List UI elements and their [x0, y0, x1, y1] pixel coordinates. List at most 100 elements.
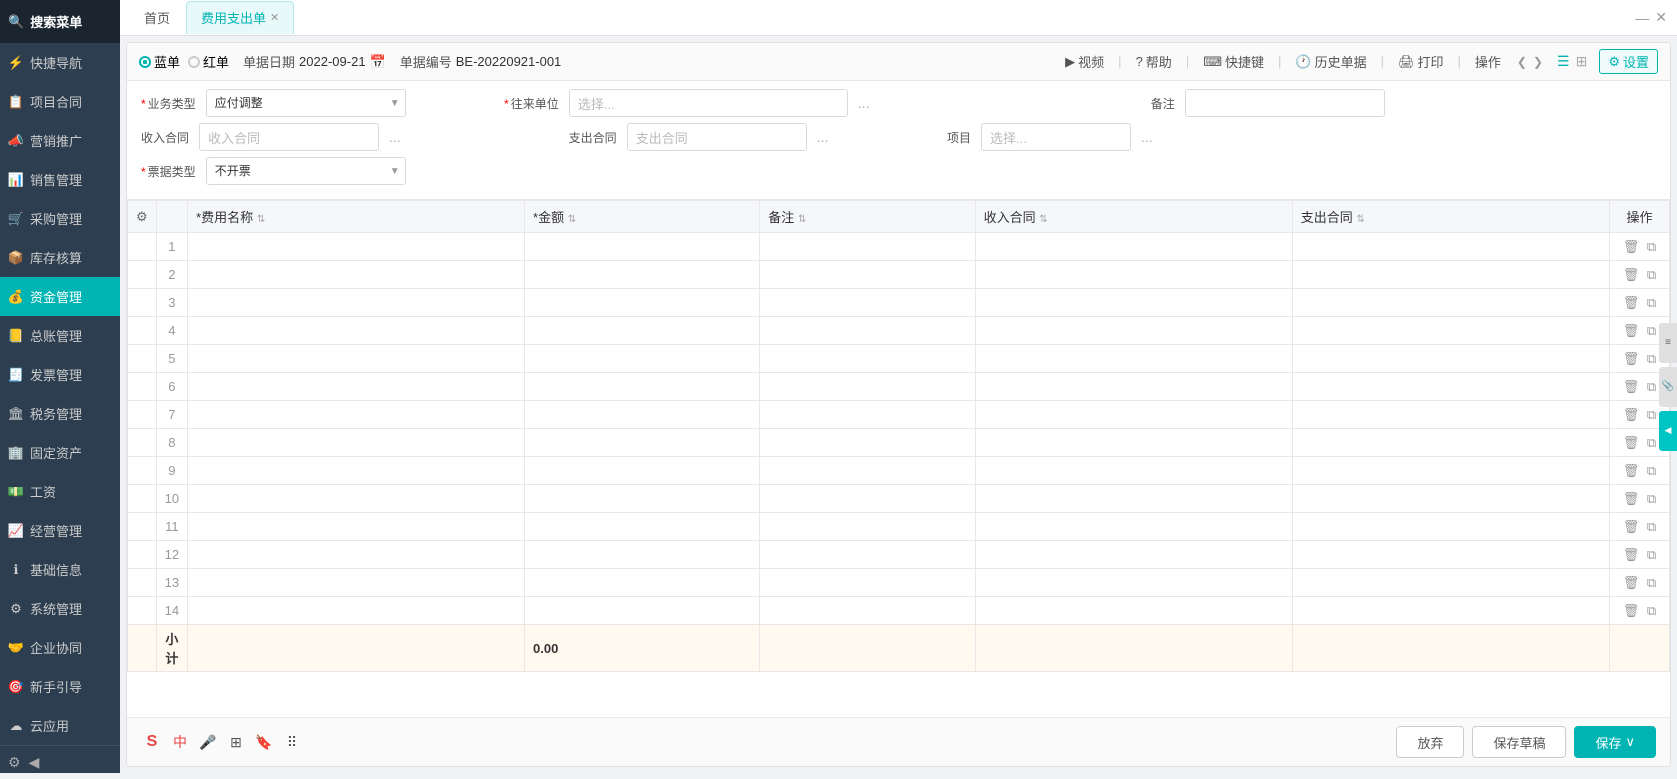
sort-expense-name-icon[interactable]: ⇅: [257, 214, 265, 225]
cell-income-contract-10[interactable]: [975, 485, 1292, 513]
window-close[interactable]: ✕: [1655, 9, 1667, 26]
cell-expense-name-14[interactable]: [188, 597, 525, 625]
cell-expense-contract-10[interactable]: [1292, 485, 1609, 513]
income-contract-input[interactable]: 收入合同: [199, 123, 379, 151]
cell-expense-name-8[interactable]: [188, 429, 525, 457]
cell-amount-10[interactable]: [525, 485, 760, 513]
cell-expense-name-5[interactable]: [188, 345, 525, 373]
delete-icon-8[interactable]: 🗑: [1623, 435, 1640, 450]
brand-s-icon[interactable]: S: [141, 731, 163, 753]
cell-income-contract-13[interactable]: [975, 569, 1292, 597]
cell-remark-12[interactable]: [760, 541, 975, 569]
delete-icon-11[interactable]: 🗑: [1623, 519, 1640, 534]
copy-icon-9[interactable]: ⧉: [1647, 463, 1656, 478]
window-minimize[interactable]: —: [1635, 10, 1649, 26]
radio-red[interactable]: 红单: [188, 52, 229, 71]
cell-remark-14[interactable]: [760, 597, 975, 625]
expense-contract-input[interactable]: 支出合同: [627, 123, 807, 151]
copy-icon-7[interactable]: ⧉: [1647, 407, 1656, 422]
sidebar-collapse-icon[interactable]: ◀: [29, 754, 40, 771]
cell-amount-7[interactable]: [525, 401, 760, 429]
cell-expense-name-12[interactable]: [188, 541, 525, 569]
copy-icon-13[interactable]: ⧉: [1647, 575, 1656, 590]
bookmark-icon[interactable]: 🔖: [253, 731, 275, 753]
cell-income-contract-3[interactable]: [975, 289, 1292, 317]
cell-expense-name-4[interactable]: [188, 317, 525, 345]
cell-amount-5[interactable]: [525, 345, 760, 373]
income-dots[interactable]: ...: [389, 129, 401, 145]
nav-prev-btn[interactable]: ❮: [1515, 55, 1529, 69]
project-dots[interactable]: ...: [1141, 129, 1153, 145]
calendar-icon[interactable]: 📅: [370, 54, 386, 70]
sidebar-item-cloud-apps[interactable]: ☁云应用: [0, 706, 120, 745]
cell-expense-name-7[interactable]: [188, 401, 525, 429]
delete-icon-10[interactable]: 🗑: [1623, 491, 1640, 506]
business-type-select[interactable]: 应付调整: [206, 89, 406, 117]
counterparty-input[interactable]: 选择...: [569, 89, 848, 117]
cell-income-contract-14[interactable]: [975, 597, 1292, 625]
cell-remark-11[interactable]: [760, 513, 975, 541]
cell-amount-14[interactable]: [525, 597, 760, 625]
settings-btn[interactable]: ⚙ 设置: [1599, 49, 1658, 74]
cell-remark-2[interactable]: [760, 261, 975, 289]
operations-btn[interactable]: 操作: [1471, 50, 1505, 73]
cell-income-contract-5[interactable]: [975, 345, 1292, 373]
help-btn[interactable]: ? 帮助: [1132, 50, 1176, 73]
cell-expense-name-1[interactable]: [188, 233, 525, 261]
cell-expense-name-2[interactable]: [188, 261, 525, 289]
cell-expense-name-6[interactable]: [188, 373, 525, 401]
sidebar-item-accounting[interactable]: 📒总账管理: [0, 316, 120, 355]
gear-icon[interactable]: ⚙: [136, 209, 148, 224]
cell-expense-contract-5[interactable]: [1292, 345, 1609, 373]
cell-expense-name-3[interactable]: [188, 289, 525, 317]
cell-expense-contract-4[interactable]: [1292, 317, 1609, 345]
table-icon[interactable]: ⊞: [225, 731, 247, 753]
sidebar-item-salary[interactable]: 💵工资: [0, 472, 120, 511]
cell-expense-contract-7[interactable]: [1292, 401, 1609, 429]
delete-icon-4[interactable]: 🗑: [1623, 323, 1640, 338]
cell-remark-5[interactable]: [760, 345, 975, 373]
copy-icon-5[interactable]: ⧉: [1647, 351, 1656, 366]
cell-income-contract-4[interactable]: [975, 317, 1292, 345]
cell-amount-12[interactable]: [525, 541, 760, 569]
mic-icon[interactable]: 🎤: [197, 731, 219, 753]
delete-icon-14[interactable]: 🗑: [1623, 603, 1640, 618]
delete-icon-13[interactable]: 🗑: [1623, 575, 1640, 590]
cell-expense-contract-8[interactable]: [1292, 429, 1609, 457]
cell-expense-name-9[interactable]: [188, 457, 525, 485]
tab-expense[interactable]: 费用支出单 ✕: [186, 1, 294, 34]
sidebar-item-new-guide[interactable]: 🎯新手引导: [0, 667, 120, 706]
cell-amount-2[interactable]: [525, 261, 760, 289]
cell-remark-13[interactable]: [760, 569, 975, 597]
copy-icon-11[interactable]: ⧉: [1647, 519, 1656, 534]
cell-income-contract-12[interactable]: [975, 541, 1292, 569]
cell-expense-name-10[interactable]: [188, 485, 525, 513]
cell-expense-contract-12[interactable]: [1292, 541, 1609, 569]
remark-input[interactable]: [1185, 89, 1385, 117]
cell-expense-contract-11[interactable]: [1292, 513, 1609, 541]
cell-remark-9[interactable]: [760, 457, 975, 485]
cell-expense-contract-14[interactable]: [1292, 597, 1609, 625]
invoice-type-select[interactable]: 不开票: [206, 157, 406, 185]
save-button[interactable]: 保存 ∨: [1574, 726, 1656, 758]
cell-income-contract-9[interactable]: [975, 457, 1292, 485]
project-input[interactable]: 选择...: [981, 123, 1131, 151]
right-edge-btn-2[interactable]: 📎: [1659, 367, 1677, 407]
radio-blue[interactable]: 蓝单: [139, 52, 180, 71]
sort-amount-icon[interactable]: ⇅: [568, 214, 576, 225]
sort-expense-icon[interactable]: ⇅: [1356, 214, 1364, 225]
sidebar-item-sales[interactable]: 📊销售管理: [0, 160, 120, 199]
sort-remark-icon[interactable]: ⇅: [798, 214, 806, 225]
expense-dots[interactable]: ...: [817, 129, 829, 145]
cell-income-contract-8[interactable]: [975, 429, 1292, 457]
apps-icon[interactable]: ⠿: [281, 731, 303, 753]
sidebar-item-tax[interactable]: 🏛税务管理: [0, 394, 120, 433]
cell-expense-contract-2[interactable]: [1292, 261, 1609, 289]
delete-icon-2[interactable]: 🗑: [1623, 267, 1640, 282]
delete-icon-12[interactable]: 🗑: [1623, 547, 1640, 562]
copy-icon-14[interactable]: ⧉: [1647, 603, 1656, 618]
video-btn[interactable]: ▶ 视频: [1061, 50, 1108, 73]
cell-expense-name-13[interactable]: [188, 569, 525, 597]
cell-income-contract-11[interactable]: [975, 513, 1292, 541]
history-btn[interactable]: 🕐 历史单据: [1291, 50, 1370, 73]
